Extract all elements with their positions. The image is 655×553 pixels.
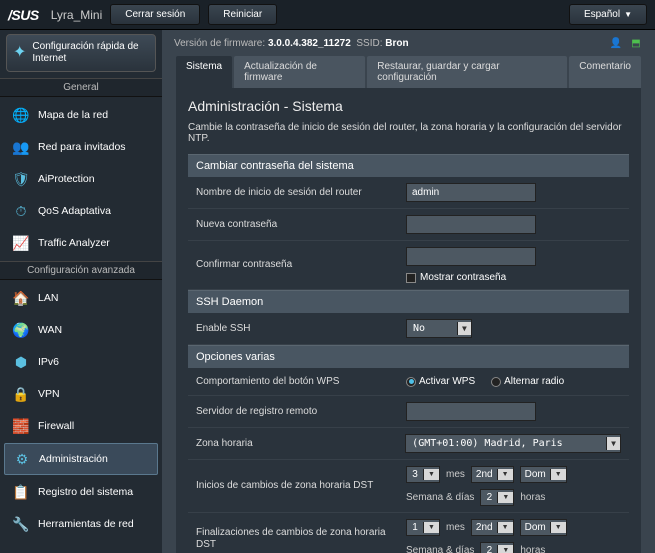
checkbox-icon — [406, 273, 416, 283]
globe-icon: 🌍 — [12, 321, 30, 339]
shield-icon: 🛡 — [12, 170, 30, 188]
firewall-icon: 🧱 — [12, 417, 30, 435]
wps-label: Comportamiento del botón WPS — [196, 376, 406, 388]
section-ssh: SSH Daemon — [188, 290, 629, 313]
dst-end-day[interactable]: Dom▼ — [520, 519, 567, 536]
wps-toggle-radio[interactable]: Alternar radio — [491, 376, 564, 387]
remotelog-label: Servidor de registro remoto — [196, 406, 406, 418]
dst-end-hour[interactable]: 2▼ — [480, 542, 514, 553]
page-desc: Cambie la contraseña de inicio de sesión… — [188, 122, 629, 144]
dst-start-hour[interactable]: 2▼ — [480, 489, 514, 506]
new-password-label: Nueva contraseña — [196, 219, 406, 231]
quick-setup-button[interactable]: ✦ Configuración rápida de Internet — [6, 34, 156, 72]
sidebar-item-admin[interactable]: ⚙Administración — [4, 443, 158, 475]
gauge-icon: ⏱ — [12, 202, 30, 220]
sidebar-item-syslog[interactable]: 📋Registro del sistema — [4, 477, 158, 507]
section-password: Cambiar contraseña del sistema — [188, 154, 629, 177]
tab-restore[interactable]: Restaurar, guardar y cargar configuració… — [367, 56, 567, 88]
list-icon: 📋 — [12, 483, 30, 501]
login-name-label: Nombre de inicio de sesión del router — [196, 187, 406, 199]
user-icon[interactable]: 👤 — [609, 36, 623, 50]
section-misc: Opciones varias — [188, 345, 629, 368]
wps-activate-radio[interactable]: Activar WPS — [406, 376, 475, 387]
dst-start-month[interactable]: 3▼ — [406, 466, 440, 483]
dst-start-week[interactable]: 2nd▼ — [471, 466, 514, 483]
ssid-value: Bron — [385, 38, 408, 49]
sidebar-item-tools[interactable]: 🔧Herramientas de red — [4, 509, 158, 539]
wrench-icon: 🔧 — [12, 515, 30, 533]
page-title: Administración - Sistema — [188, 98, 629, 114]
timezone-label: Zona horaria — [196, 438, 405, 450]
chart-icon: 📈 — [12, 234, 30, 252]
network-icon: 🌐 — [12, 106, 30, 124]
sidebar-item-wan[interactable]: 🌍WAN — [4, 315, 158, 345]
sidebar-item-qos[interactable]: ⏱QoS Adaptativa — [4, 196, 158, 226]
enable-ssh-label: Enable SSH — [196, 323, 406, 335]
language-label: Español — [584, 9, 620, 20]
sidebar-item-vpn[interactable]: 🔒VPN — [4, 379, 158, 409]
home-icon: 🏠 — [12, 289, 30, 307]
tab-system[interactable]: Sistema — [176, 56, 232, 88]
sidebar-item-firewall[interactable]: 🧱Firewall — [4, 411, 158, 441]
logout-button[interactable]: Cerrar sesión — [110, 4, 200, 25]
sidebar-item-networkmap[interactable]: 🌐Mapa de la red — [4, 100, 158, 130]
dst-end-month[interactable]: 1▼ — [406, 519, 440, 536]
login-name-input[interactable] — [406, 183, 536, 202]
dst-end-label: Finalizaciones de cambios de zona horari… — [196, 527, 406, 551]
sidebar-item-guest[interactable]: 👥Red para invitados — [4, 132, 158, 162]
chevron-down-icon: ▼ — [624, 10, 632, 19]
quick-setup-label: Configuración rápida de Internet — [32, 41, 149, 65]
ipv6-icon: ⬢ — [12, 353, 30, 371]
sidebar-item-lan[interactable]: 🏠LAN — [4, 283, 158, 313]
guest-icon: 👥 — [12, 138, 30, 156]
remotelog-input[interactable] — [406, 402, 536, 421]
gear-icon: ⚙ — [13, 450, 31, 468]
fw-version[interactable]: 3.0.0.4.382_11272 — [268, 38, 351, 49]
confirm-password-input[interactable] — [406, 247, 536, 266]
show-password-checkbox[interactable]: Mostrar contraseña — [406, 272, 506, 283]
chevron-down-icon: ▼ — [457, 322, 471, 335]
model-name: Lyra_Mini — [51, 8, 103, 22]
lock-icon: 🔒 — [12, 385, 30, 403]
reboot-button[interactable]: Reiniciar — [208, 4, 277, 25]
sidebar-item-ipv6[interactable]: ⬢IPv6 — [4, 347, 158, 377]
confirm-password-label: Confirmar contraseña — [196, 259, 406, 271]
dst-start-label: Inicios de cambios de zona horaria DST — [196, 480, 406, 492]
show-password-label: Mostrar contraseña — [420, 272, 506, 283]
dst-start-day[interactable]: Dom▼ — [520, 466, 567, 483]
sidebar-section-advanced: Configuración avanzada — [0, 261, 162, 280]
chevron-down-icon: ▼ — [606, 437, 620, 450]
fw-label: Versión de firmware: — [174, 38, 265, 49]
tab-feedback[interactable]: Comentario — [569, 56, 641, 88]
tab-bar: Sistema Actualización de firmware Restau… — [176, 56, 641, 88]
sidebar-section-general: General — [0, 78, 162, 97]
brand-logo: /SUS — [8, 7, 39, 23]
wand-icon: ✦ — [13, 43, 26, 62]
timezone-select[interactable]: (GMT+01:00) Madrid, Paris ▼ — [405, 434, 621, 453]
radio-off-icon — [491, 377, 501, 387]
sidebar-item-traffic[interactable]: 📈Traffic Analyzer — [4, 228, 158, 258]
dst-end-week[interactable]: 2nd▼ — [471, 519, 514, 536]
ssid-label: SSID: — [356, 38, 382, 49]
enable-ssh-select[interactable]: No ▼ — [406, 319, 472, 338]
status-icon[interactable]: ⬒ — [629, 36, 643, 50]
sidebar-item-aiprotection[interactable]: 🛡AiProtection — [4, 164, 158, 194]
sidebar: ✦ Configuración rápida de Internet Gener… — [0, 30, 162, 553]
language-selector[interactable]: Español ▼ — [569, 4, 647, 25]
tab-firmware[interactable]: Actualización de firmware — [234, 56, 365, 88]
new-password-input[interactable] — [406, 215, 536, 234]
radio-on-icon — [406, 377, 416, 387]
